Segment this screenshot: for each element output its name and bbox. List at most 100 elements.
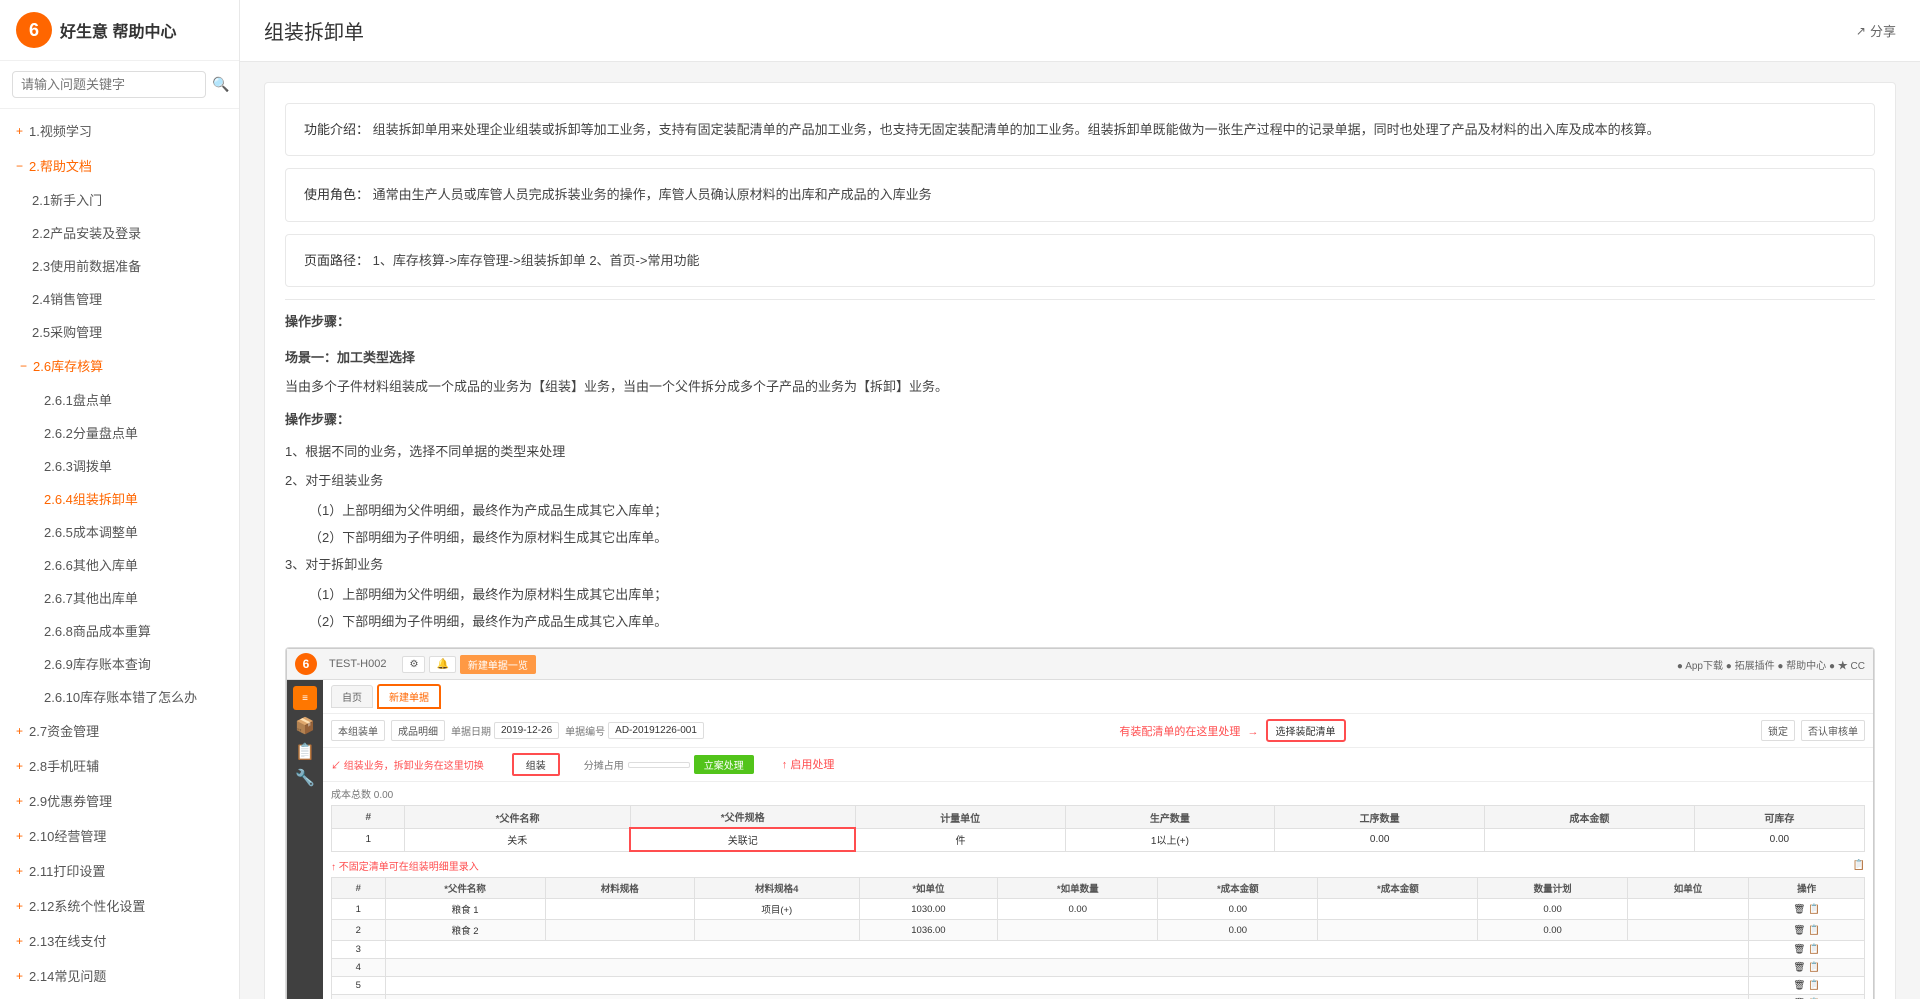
finance-expand-icon: + <box>16 724 23 738</box>
sim-type-toggle: 组装 <box>512 753 560 776</box>
sidebar-item-stock-1[interactable]: 2.6.1盘点单 <box>0 383 239 416</box>
sim-form-row: ↙ 组装业务，拆卸业务在这里切换 组装 分摊占用 立案处理 <box>323 748 1873 782</box>
sidebar-item-stock-6[interactable]: 2.6.6其他入库单 <box>0 548 239 581</box>
main-content: 组装拆卸单 ↗ 分享 功能介绍： 组装拆卸单用来处理企业组装或拆卸等加工业务，支… <box>240 0 1920 999</box>
sim-annotation2: ↑ 启用处理 <box>782 756 835 772</box>
sim-date-input[interactable]: 2019-12-26 <box>494 722 559 739</box>
sidebar-item-finance[interactable]: + 2.7资金管理 <box>0 713 239 748</box>
sim-notification-icon[interactable]: 🔔 <box>429 656 455 673</box>
intro-text: 组装拆卸单用来处理企业组装或拆卸等加工业务，支持有固定装配清单的产品加工业务，也… <box>373 122 1660 137</box>
sim-col-serial: # <box>332 806 405 829</box>
sidebar-item-beginner[interactable]: 2.1新手入门 <box>0 183 239 216</box>
sidebar-item-video[interactable]: + 1.视频学习 <box>0 113 239 148</box>
brand-name: 好生意 帮助中心 <box>60 18 176 42</box>
sim-annotation1: 有装配清单的在这里处理 <box>1119 726 1240 738</box>
sidebar-item-sales[interactable]: 2.4销售管理 <box>0 282 239 315</box>
sim-type-annotation: ↙ 组装业务，拆卸业务在这里切换 <box>331 757 484 772</box>
sidebar-item-stock-5[interactable]: 2.6.5成本调整单 <box>0 515 239 548</box>
sim-content-area: 自页 新建单据 本组装单 成品明细 单据日期 2019-12-26 <box>323 680 1873 999</box>
step3-sub2: （2）下部明细为子件明细，最终作为产成品生成其它入库单。 <box>285 610 1875 633</box>
path-text: 1、库存核算->库存管理->组装拆卸单 2、首页->常用功能 <box>373 253 700 268</box>
table-row: 1 粮食 1 项目(+) 1030.00 0.00 0.00 <box>332 899 1865 920</box>
step3: 3、对于拆卸业务 <box>285 553 1875 576</box>
sim-col-cost: 成本金额 <box>1485 806 1695 829</box>
sidebar-item-stock-4[interactable]: 2.6.4组装拆卸单 <box>0 482 239 515</box>
role-text: 通常由生产人员或库管人员完成拆装业务的操作，库管人员确认原材料的出库和产成品的入… <box>373 187 932 202</box>
mobile-expand-icon: + <box>16 759 23 773</box>
sim-tab-home[interactable]: 自页 <box>331 685 373 708</box>
share-button[interactable]: ↗ 分享 <box>1856 21 1896 40</box>
sim-app-id: TEST-H002 <box>329 658 386 670</box>
table-row: 6 🗑 📋 <box>332 995 1865 999</box>
sidebar-item-faq[interactable]: + 2.14常见问题 <box>0 958 239 993</box>
sim-allocate-input[interactable] <box>628 762 690 768</box>
sim-lower-table: # *父件名称 材料规格 材料规格4 *如单位 *如单数量 *成本金额 *成本金… <box>331 877 1865 999</box>
step1: 1、根据不同的业务，选择不同单据的类型来处理 <box>285 440 1875 463</box>
table-row: 4 🗑 📋 <box>332 959 1865 977</box>
sidebar-item-stock-3[interactable]: 2.6.3调拨单 <box>0 449 239 482</box>
sidebar-item-data[interactable]: 2.3使用前数据准备 <box>0 249 239 282</box>
step2-sub1: （1）上部明细为父件明细，最终作为产成品生成其它入库单； <box>285 499 1875 522</box>
sidebar-item-stock-2[interactable]: 2.6.2分量盘点单 <box>0 416 239 449</box>
content-header: 组装拆卸单 ↗ 分享 <box>240 0 1920 62</box>
sim-btn-this-assembly[interactable]: 本组装单 <box>331 720 385 741</box>
sim-allocate-field: 分摊占用 立案处理 <box>584 755 754 774</box>
sidebar-item-stock-9[interactable]: 2.6.9库存账本查询 <box>0 647 239 680</box>
ops-label: 操作步骤： <box>285 408 1875 431</box>
role-block: 使用角色： 通常由生产人员或库管人员完成拆装业务的操作，库管人员确认原材料的出库… <box>285 168 1875 221</box>
sim-nav-icon-3[interactable]: 🔧 <box>295 768 315 788</box>
sidebar-item-coupon[interactable]: + 2.9优惠券管理 <box>0 783 239 818</box>
sim-nav-icon-2[interactable]: 📋 <box>295 742 315 762</box>
sim-main-area: ≡ 📦 📋 🔧 自页 新建单据 <box>287 680 1873 999</box>
sim-lock-btn[interactable]: 锁定 <box>1761 720 1795 741</box>
sidebar-item-stock-8[interactable]: 2.6.8商品成本重算 <box>0 614 239 647</box>
sim-nav-home[interactable]: ≡ <box>293 686 317 710</box>
sim-confirm-btn[interactable]: 立案处理 <box>694 755 754 774</box>
screenshot-container: 6 TEST-H002 ⚙ 🔔 新建单据一览 ● App下载 ● 拓展插件 ● … <box>285 647 1875 999</box>
step2: 2、对于组装业务 <box>285 469 1875 492</box>
logo-icon: 6 <box>16 12 52 48</box>
sim-left-nav: ≡ 📦 📋 🔧 <box>287 680 323 999</box>
search-input[interactable] <box>12 71 206 98</box>
sidebar-item-cases[interactable]: + 2.15操作案例 <box>0 993 239 999</box>
sidebar-item-ops[interactable]: + 2.10经营管理 <box>0 818 239 853</box>
sidebar-item-stock-10[interactable]: 2.6.10库存账本错了怎么办 <box>0 680 239 713</box>
sidebar-item-install[interactable]: 2.2产品安装及登录 <box>0 216 239 249</box>
sidebar-item-docs[interactable]: − 2.帮助文档 <box>0 148 239 183</box>
sidebar-item-print[interactable]: + 2.11打印设置 <box>0 853 239 888</box>
sim-docno-input[interactable]: AD-20191226-001 <box>608 722 704 739</box>
sim-parent-spec-cell[interactable]: 关联记 <box>630 828 855 851</box>
sim-col-unit: 计量单位 <box>855 806 1065 829</box>
sim-deny-btn[interactable]: 否认审核单 <box>1801 720 1865 741</box>
sim-assembly-type-btn[interactable]: 组装 <box>512 753 560 776</box>
intro-block: 功能介绍： 组装拆卸单用来处理企业组装或拆卸等加工业务，支持有固定装配清单的产品… <box>285 103 1875 156</box>
sidebar-item-payment[interactable]: + 2.13在线支付 <box>0 923 239 958</box>
sim-setting-icon[interactable]: ⚙ <box>402 656 425 673</box>
table-row: 1 关禾 关联记 件 1以上(+) 0.00 0.00 <box>332 828 1865 851</box>
sim-btn-product-detail[interactable]: 成品明细 <box>391 720 445 741</box>
sidebar-item-purchase[interactable]: 2.5采购管理 <box>0 315 239 348</box>
sidebar-item-mobile[interactable]: + 2.8手机旺辅 <box>0 748 239 783</box>
share-icon: ↗ <box>1856 24 1866 38</box>
print-expand-icon: + <box>16 864 23 878</box>
ops-title: 操作步骤： <box>285 310 1875 333</box>
sidebar-item-stock-7[interactable]: 2.6.7其他出库单 <box>0 581 239 614</box>
sim-nav-icon-1[interactable]: 📦 <box>295 716 315 736</box>
table-row: 2 粮食 2 1036.00 0.00 <box>332 920 1865 941</box>
sidebar: 6 好生意 帮助中心 🔍 + 1.视频学习 − 2.帮助文档 2.1新手入门 2… <box>0 0 240 999</box>
sim-assembly-list-btn[interactable]: 选择装配清单 <box>1266 719 1346 742</box>
scenario1-title: 场景一：加工类型选择 <box>285 346 1875 369</box>
coupon-expand-icon: + <box>16 794 23 808</box>
content-body: 功能介绍： 组装拆卸单用来处理企业组装或拆卸等加工业务，支持有固定装配清单的产品… <box>240 62 1920 999</box>
sim-logo: 6 <box>295 653 317 675</box>
ops-section: 操作步骤： 场景一：加工类型选择 当由多个子件材料组装成一个成品的业务为【组装】… <box>285 310 1875 633</box>
nav-section: + 1.视频学习 − 2.帮助文档 2.1新手入门 2.2产品安装及登录 2.3… <box>0 109 239 999</box>
sim-new-order-btn[interactable]: 新建单据一览 <box>460 655 536 674</box>
sidebar-item-custom[interactable]: + 2.12系统个性化设置 <box>0 888 239 923</box>
sidebar-item-stock[interactable]: − 2.6库存核算 <box>0 348 239 383</box>
table-row: 5 🗑 📋 <box>332 977 1865 995</box>
faq-expand-icon: + <box>16 969 23 983</box>
step2-sub2: （2）下部明细为子件明细，最终作为原材料生成其它出库单。 <box>285 526 1875 549</box>
sim-tab-new[interactable]: 新建单据 <box>377 684 441 709</box>
search-button[interactable]: 🔍 <box>212 76 229 93</box>
